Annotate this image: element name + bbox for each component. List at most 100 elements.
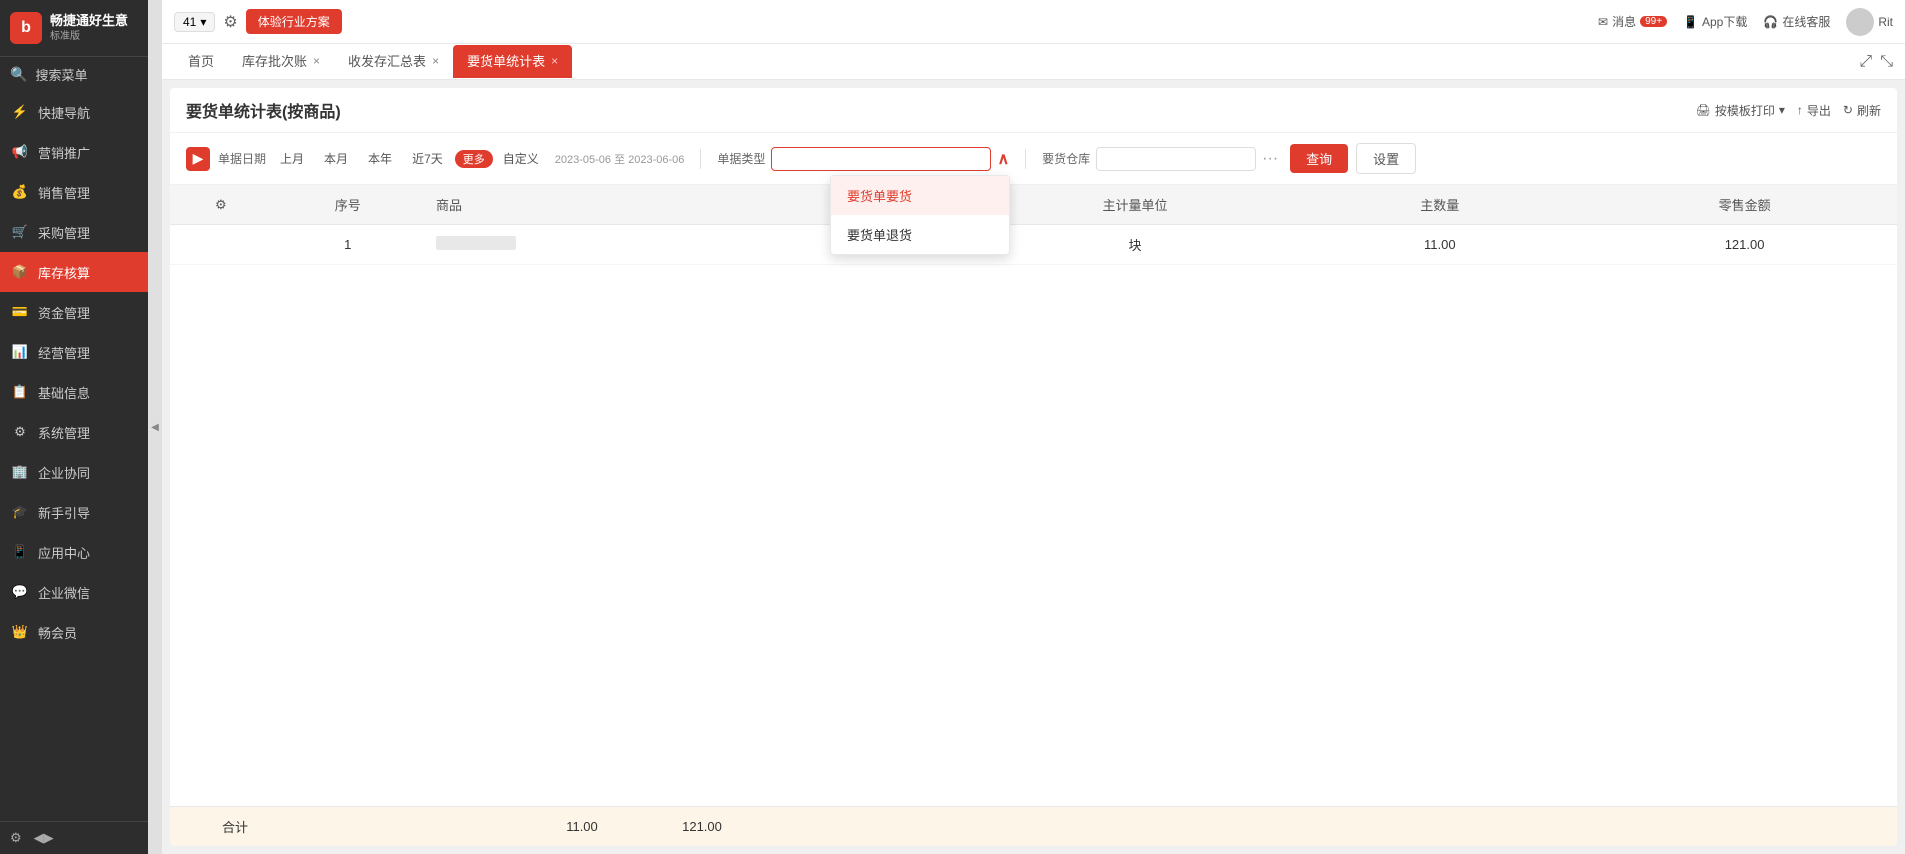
date-tab-more[interactable]: 更多 bbox=[455, 150, 493, 168]
filter-toggle-btn[interactable]: ▶ bbox=[186, 147, 210, 171]
app-center-icon: 📱 bbox=[10, 542, 30, 562]
col-header-num: 序号 bbox=[272, 185, 424, 225]
sidebar-item-base-info[interactable]: 📋 基础信息 bbox=[0, 372, 148, 412]
app-logo-text: 畅捷通好生意 标准版 bbox=[50, 12, 128, 44]
user-menu[interactable]: Rit bbox=[1846, 8, 1893, 36]
sidebar-item-marketing[interactable]: 📢 营销推广 bbox=[0, 132, 148, 172]
print-chevron-icon: ▾ bbox=[1779, 103, 1785, 117]
settings-button[interactable]: 设置 bbox=[1356, 143, 1416, 174]
sidebar-nav: ⚡ 快捷导航 📢 营销推广 💰 销售管理 🛒 采购管理 📦 库存核算 💳 资金管… bbox=[0, 92, 148, 821]
promo-button[interactable]: 体验行业方案 bbox=[246, 9, 342, 34]
member-icon: 👑 bbox=[10, 622, 30, 642]
tab-close-order-stats[interactable]: × bbox=[551, 54, 558, 68]
messages-btn[interactable]: ✉ 消息 99+ bbox=[1598, 13, 1667, 30]
quick-nav-icon: ⚡ bbox=[10, 102, 30, 122]
row-settings-cell bbox=[170, 225, 272, 265]
main-content: 41 ▾ ⚙ 体验行业方案 ✉ 消息 99+ 📱 App下载 🎧 在线客服 R bbox=[162, 0, 1905, 854]
print-btn[interactable]: 🖨 按模板打印 ▾ bbox=[1696, 102, 1785, 119]
row-unit-cell: 块 bbox=[983, 225, 1288, 265]
finance-icon: 💳 bbox=[10, 302, 30, 322]
tab-close-collect-summary[interactable]: × bbox=[432, 54, 439, 68]
tab-collect-summary[interactable]: 收发存汇总表 × bbox=[334, 45, 453, 78]
refresh-btn[interactable]: ↻ 刷新 bbox=[1843, 102, 1881, 119]
filter-separator-2 bbox=[1025, 149, 1026, 169]
sidebar: b 畅捷通好生意 标准版 🔍 搜索菜单 ⚡ 快捷导航 📢 营销推广 💰 销售管理… bbox=[0, 0, 148, 854]
table-container: ⚙ 序号 商品 主计量单位 主数量 零售金额 1 bbox=[170, 185, 1897, 806]
sidebar-item-quick-nav[interactable]: ⚡ 快捷导航 bbox=[0, 92, 148, 132]
sidebar-search[interactable]: 🔍 搜索菜单 bbox=[0, 57, 148, 92]
tabs-expand-btn[interactable]: ⤢ bbox=[1859, 53, 1872, 71]
date-tab-week[interactable]: 近7天 bbox=[404, 148, 451, 169]
sidebar-item-newbie[interactable]: 🎓 新手引导 bbox=[0, 492, 148, 532]
user-avatar bbox=[1846, 8, 1874, 36]
inventory-icon: 📦 bbox=[10, 262, 30, 282]
sidebar-logo: b 畅捷通好生意 标准版 bbox=[0, 0, 148, 57]
data-table: ⚙ 序号 商品 主计量单位 主数量 零售金额 1 bbox=[170, 185, 1897, 265]
type-label: 单据类型 bbox=[717, 150, 765, 167]
tab-inventory-batch[interactable]: 库存批次账 × bbox=[228, 45, 334, 78]
date-tab-curr[interactable]: 本月 bbox=[316, 148, 356, 169]
sidebar-item-finance[interactable]: 💳 资金管理 bbox=[0, 292, 148, 332]
export-icon: ↑ bbox=[1797, 103, 1803, 117]
settings-bottom-btn[interactable]: ⚙ bbox=[10, 830, 22, 846]
service-icon: 🎧 bbox=[1763, 15, 1778, 29]
collapse-btn[interactable]: ◀▶ bbox=[34, 830, 54, 846]
query-button[interactable]: 查询 bbox=[1290, 144, 1348, 173]
type-clear-btn[interactable]: ∧ bbox=[997, 149, 1009, 169]
warehouse-input[interactable] bbox=[1096, 147, 1256, 171]
tab-selector[interactable]: 41 ▾ bbox=[174, 12, 215, 32]
type-input[interactable] bbox=[771, 147, 991, 171]
online-service-btn[interactable]: 🎧 在线客服 bbox=[1763, 13, 1830, 30]
message-icon: ✉ bbox=[1598, 15, 1608, 29]
tab-order-stats[interactable]: 要货单统计表 × bbox=[453, 45, 572, 78]
date-filter-group: 单据日期 上月 本月 本年 近7天 更多 自定义 2023-05-06 至 20… bbox=[218, 148, 684, 169]
date-tab-custom[interactable]: 自定义 bbox=[497, 148, 545, 169]
date-label: 单据日期 bbox=[218, 150, 266, 167]
sidebar-item-operations[interactable]: 📊 经营管理 bbox=[0, 332, 148, 372]
footer-qty: 11.00 bbox=[522, 819, 642, 834]
warehouse-more-btn[interactable]: ··· bbox=[1262, 150, 1278, 168]
header-gear-btn[interactable]: ⚙ bbox=[223, 12, 237, 32]
wechat-icon: 💬 bbox=[10, 582, 30, 602]
type-dropdown: 要货单要货 要货单退货 bbox=[830, 175, 1010, 255]
page-title-bar: 要货单统计表(按商品) 🖨 按模板打印 ▾ ↑ 导出 ↻ 刷新 bbox=[170, 88, 1897, 133]
sidebar-collapse-handle[interactable]: ◀ bbox=[148, 0, 162, 854]
type-filter-group: 单据类型 ∧ bbox=[717, 147, 1009, 171]
table-header-row: ⚙ 序号 商品 主计量单位 主数量 零售金额 bbox=[170, 185, 1897, 225]
col-header-settings[interactable]: ⚙ bbox=[170, 185, 272, 225]
tab-home[interactable]: 首页 bbox=[174, 45, 228, 78]
sidebar-bottom: ⚙ ◀▶ bbox=[0, 821, 148, 854]
sidebar-item-enterprise[interactable]: 🏢 企业协同 bbox=[0, 452, 148, 492]
sidebar-item-member[interactable]: 👑 畅会员 bbox=[0, 612, 148, 652]
tabs-fullscreen-btn[interactable]: ⤡ bbox=[1880, 53, 1893, 71]
row-amount-cell: 121.00 bbox=[1592, 225, 1897, 265]
export-btn[interactable]: ↑ 导出 bbox=[1797, 102, 1831, 119]
table-footer: 合计 11.00 121.00 bbox=[170, 806, 1897, 846]
app-download-btn[interactable]: 📱 App下载 bbox=[1683, 13, 1747, 30]
col-header-qty: 主数量 bbox=[1287, 185, 1592, 225]
sidebar-item-sales[interactable]: 💰 销售管理 bbox=[0, 172, 148, 212]
header-left: 41 ▾ ⚙ 体验行业方案 bbox=[174, 9, 342, 34]
footer-label: 合计 bbox=[182, 817, 522, 836]
table-settings-icon: ⚙ bbox=[215, 197, 227, 212]
dropdown-item-order-goods[interactable]: 要货单要货 bbox=[831, 176, 1009, 215]
header-right: ✉ 消息 99+ 📱 App下载 🎧 在线客服 Rit bbox=[1598, 8, 1893, 36]
search-icon: 🔍 bbox=[10, 66, 27, 83]
sidebar-item-app-center[interactable]: 📱 应用中心 bbox=[0, 532, 148, 572]
table-row: 1 块 11.00 121.00 bbox=[170, 225, 1897, 265]
warehouse-filter-group: 要货仓库 ··· bbox=[1042, 147, 1278, 171]
print-icon: 🖨 bbox=[1696, 103, 1711, 117]
sidebar-item-inventory[interactable]: 📦 库存核算 bbox=[0, 252, 148, 292]
tab-close-inventory-batch[interactable]: × bbox=[313, 54, 320, 68]
filter-bar: ▶ 单据日期 上月 本月 本年 近7天 更多 自定义 2023-05-06 至 … bbox=[170, 133, 1897, 185]
tabs-bar-right: ⤢ ⤡ bbox=[1859, 53, 1893, 71]
sidebar-item-wechat[interactable]: 💬 企业微信 bbox=[0, 572, 148, 612]
sidebar-item-purchase[interactable]: 🛒 采购管理 bbox=[0, 212, 148, 252]
date-tab-year[interactable]: 本年 bbox=[360, 148, 400, 169]
dropdown-item-order-return[interactable]: 要货单退货 bbox=[831, 215, 1009, 254]
purchase-icon: 🛒 bbox=[10, 222, 30, 242]
top-header: 41 ▾ ⚙ 体验行业方案 ✉ 消息 99+ 📱 App下载 🎧 在线客服 R bbox=[162, 0, 1905, 44]
date-tabs: 上月 本月 本年 近7天 更多 自定义 bbox=[272, 148, 545, 169]
sidebar-item-system[interactable]: ⚙ 系统管理 bbox=[0, 412, 148, 452]
date-tab-prev[interactable]: 上月 bbox=[272, 148, 312, 169]
